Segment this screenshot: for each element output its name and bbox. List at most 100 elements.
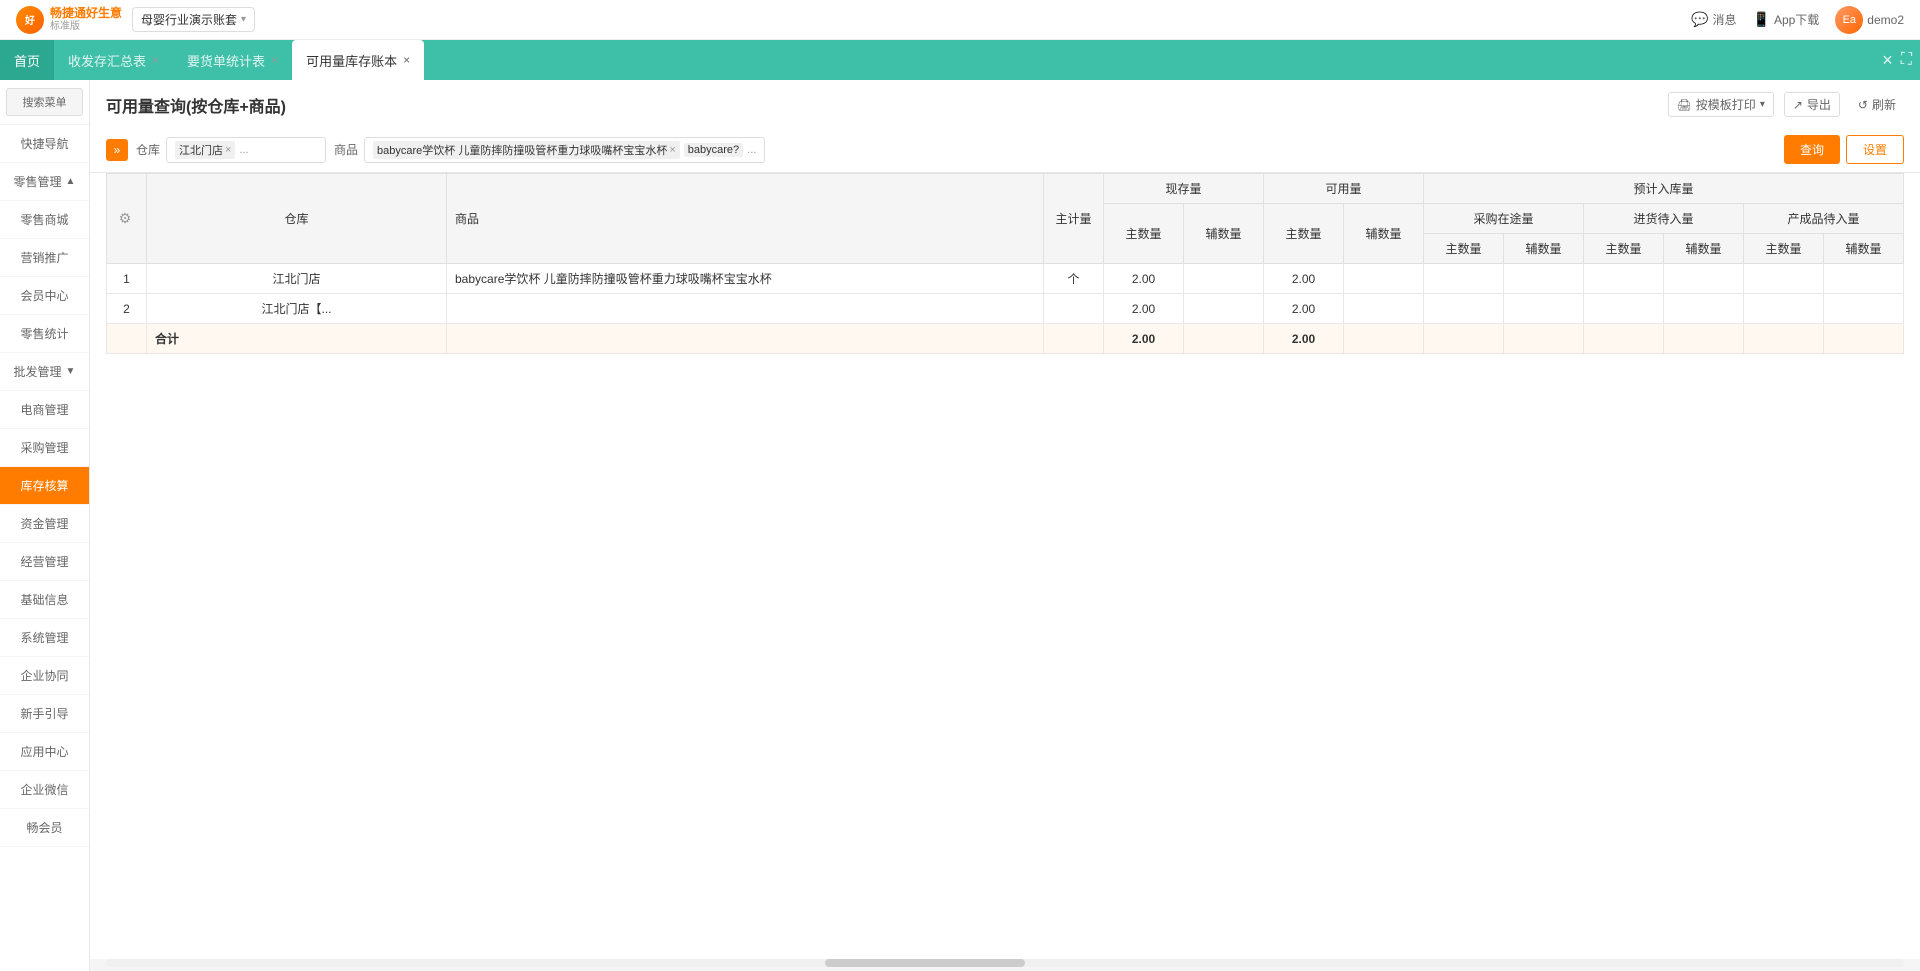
sidebar-item-purchase[interactable]: 采购管理 — [0, 429, 89, 467]
th-purchase-transit: 采购在途量 — [1424, 204, 1584, 234]
chevron-up-icon: ▲ — [66, 176, 76, 187]
header-right: 💬 消息 📱 App下载 Ea demo2 — [1691, 6, 1904, 34]
close-all-icon[interactable]: × — [1882, 50, 1893, 71]
tab-home[interactable]: 首页 — [0, 40, 54, 80]
product-input[interactable]: babycare学饮杯 儿童防摔防撞吸管杯重力球吸嘴杯宝宝水杯 × babyca… — [364, 137, 765, 163]
chevron-down-icon-2: ▼ — [66, 366, 76, 377]
sidebar-item-system[interactable]: 系统管理 — [0, 619, 89, 657]
th-estimated-inbound: 预计入库量 — [1424, 174, 1904, 204]
sidebar-item-wholesale-mgmt[interactable]: 批发管理 ▼ — [0, 353, 89, 391]
th-main-unit: 主计量 — [1044, 174, 1104, 264]
sidebar-item-retail-mall[interactable]: 零售商城 — [0, 201, 89, 239]
sidebar-item-enterprise[interactable]: 企业协同 — [0, 657, 89, 695]
th-current-stock: 现存量 — [1104, 174, 1264, 204]
total-empty3 — [1044, 324, 1104, 354]
top-header: 好 畅捷通好生意 标准版 母婴行业演示账套 ▾ 💬 消息 📱 App下载 Ea … — [0, 0, 1920, 40]
th-product: 商品 — [447, 174, 1044, 264]
gear-icon[interactable]: ⚙ — [115, 209, 135, 229]
cell-production-main — [1744, 264, 1824, 294]
product-tag1-close[interactable]: × — [669, 144, 675, 156]
sidebar-item-ecommerce[interactable]: 电商管理 — [0, 391, 89, 429]
nav-tabs-right: × ⛶ — [1882, 50, 1920, 71]
cell-no: 1 — [107, 264, 147, 294]
page-title: 可用量查询(按仓库+商品) — [106, 93, 286, 117]
tab-receivable[interactable]: 收发存汇总表 × — [54, 40, 173, 80]
message-icon: 💬 — [1691, 11, 1708, 28]
cell-incoming-aux — [1664, 294, 1744, 324]
sidebar-wholesale-label: 批发管理 — [14, 363, 62, 380]
cell-warehouse: 江北门店 — [147, 264, 447, 294]
th-production-aux: 辅数量 — [1824, 234, 1904, 264]
th-incoming-main: 主数量 — [1584, 234, 1664, 264]
th-purchase-aux: 辅数量 — [1504, 234, 1584, 264]
cell-production-aux — [1824, 294, 1904, 324]
setting-btn[interactable]: 设置 — [1846, 135, 1904, 164]
th-production-main: 主数量 — [1744, 234, 1824, 264]
cell-avail-main: 2.00 — [1264, 294, 1344, 324]
sidebar-item-retail-stats[interactable]: 零售统计 — [0, 315, 89, 353]
page-title-row: 可用量查询(按仓库+商品) 🖨 按模板打印 ▾ ↗ 导出 ↺ 刷新 — [106, 92, 1904, 117]
sidebar-item-member2[interactable]: 畅会员 — [0, 809, 89, 847]
data-table: ⚙ 仓库 商品 主计量 现存量 可用量 预计入库量 主数量 辅数量 主数量 辅数… — [106, 173, 1904, 354]
scrollbar-thumb[interactable] — [825, 959, 1025, 967]
total-avail-aux — [1344, 324, 1424, 354]
warehouse-tag-close[interactable]: × — [225, 144, 231, 156]
username: demo2 — [1867, 13, 1904, 27]
message-btn[interactable]: 💬 消息 — [1691, 11, 1736, 28]
warehouse-input[interactable]: 江北门店 × ... — [166, 137, 326, 163]
total-label: 合计 — [147, 324, 447, 354]
sidebar-item-newguide[interactable]: 新手引导 — [0, 695, 89, 733]
cell-stock-main: 2.00 — [1104, 264, 1184, 294]
tab-order-stats-close[interactable]: × — [271, 53, 278, 67]
cell-avail-aux — [1344, 264, 1424, 294]
product-label: 商品 — [334, 141, 358, 158]
sidebar-item-inventory[interactable]: 库存核算 — [0, 467, 89, 505]
product-tag2: babycare? — [684, 143, 743, 157]
warehouse-tag: 江北门店 × — [175, 141, 235, 159]
warehouse-tag-value: 江北门店 — [179, 142, 223, 158]
print-btn[interactable]: 🖨 按模板打印 ▾ — [1668, 92, 1774, 117]
tab-available-stock-close[interactable]: × — [403, 53, 410, 67]
sidebar-item-quick-nav[interactable]: 快捷导航 — [0, 125, 89, 163]
total-purchase-aux — [1504, 324, 1584, 354]
warehouse-filter: 仓库 江北门店 × ... — [136, 137, 326, 163]
tab-order-stats-label: 要货单统计表 — [187, 51, 265, 70]
product-dots: ... — [747, 144, 756, 156]
sidebar-item-appcenter[interactable]: 应用中心 — [0, 733, 89, 771]
export-icon: ↗ — [1793, 98, 1803, 112]
total-production-aux — [1824, 324, 1904, 354]
search-menu-btn[interactable]: 搜索菜单 — [6, 88, 83, 116]
filter-expand-btn[interactable]: » — [106, 139, 128, 161]
total-stock-aux — [1184, 324, 1264, 354]
fullscreen-icon[interactable]: ⛶ — [1901, 51, 1912, 69]
app-download-label: App下载 — [1774, 11, 1819, 28]
total-avail-main: 2.00 — [1264, 324, 1344, 354]
sidebar-item-marketing[interactable]: 营销推广 — [0, 239, 89, 277]
sidebar-item-finance[interactable]: 资金管理 — [0, 505, 89, 543]
sidebar-item-retail-mgmt[interactable]: 零售管理 ▲ — [0, 163, 89, 201]
print-icon: 🖨 — [1677, 98, 1692, 112]
total-empty1 — [107, 324, 147, 354]
sidebar-item-member[interactable]: 会员中心 — [0, 277, 89, 315]
user-area[interactable]: Ea demo2 — [1835, 6, 1904, 34]
cell-incoming-main — [1584, 264, 1664, 294]
cell-unit — [1044, 294, 1104, 324]
total-row: 合计 2.00 2.00 — [107, 324, 1904, 354]
tab-order-stats[interactable]: 要货单统计表 × — [173, 40, 292, 80]
tab-available-stock[interactable]: 可用量库存账本 × — [292, 40, 424, 80]
query-btn[interactable]: 查询 — [1784, 135, 1840, 164]
page-actions: 🖨 按模板打印 ▾ ↗ 导出 ↺ 刷新 — [1668, 92, 1904, 117]
sidebar-item-wechat[interactable]: 企业微信 — [0, 771, 89, 809]
sidebar-item-basics[interactable]: 基础信息 — [0, 581, 89, 619]
total-stock-main: 2.00 — [1104, 324, 1184, 354]
cell-avail-aux — [1344, 294, 1424, 324]
industry-selector[interactable]: 母婴行业演示账套 ▾ — [132, 7, 255, 32]
app-download-btn[interactable]: 📱 App下载 — [1753, 11, 1820, 28]
tab-receivable-close[interactable]: × — [152, 53, 159, 67]
horizontal-scrollbar[interactable] — [106, 959, 1904, 967]
refresh-btn[interactable]: ↺ 刷新 — [1850, 93, 1904, 116]
warehouse-label: 仓库 — [136, 141, 160, 158]
export-btn[interactable]: ↗ 导出 — [1784, 92, 1840, 117]
page-header: 可用量查询(按仓库+商品) 🖨 按模板打印 ▾ ↗ 导出 ↺ 刷新 — [90, 80, 1920, 173]
sidebar-item-operations[interactable]: 经营管理 — [0, 543, 89, 581]
